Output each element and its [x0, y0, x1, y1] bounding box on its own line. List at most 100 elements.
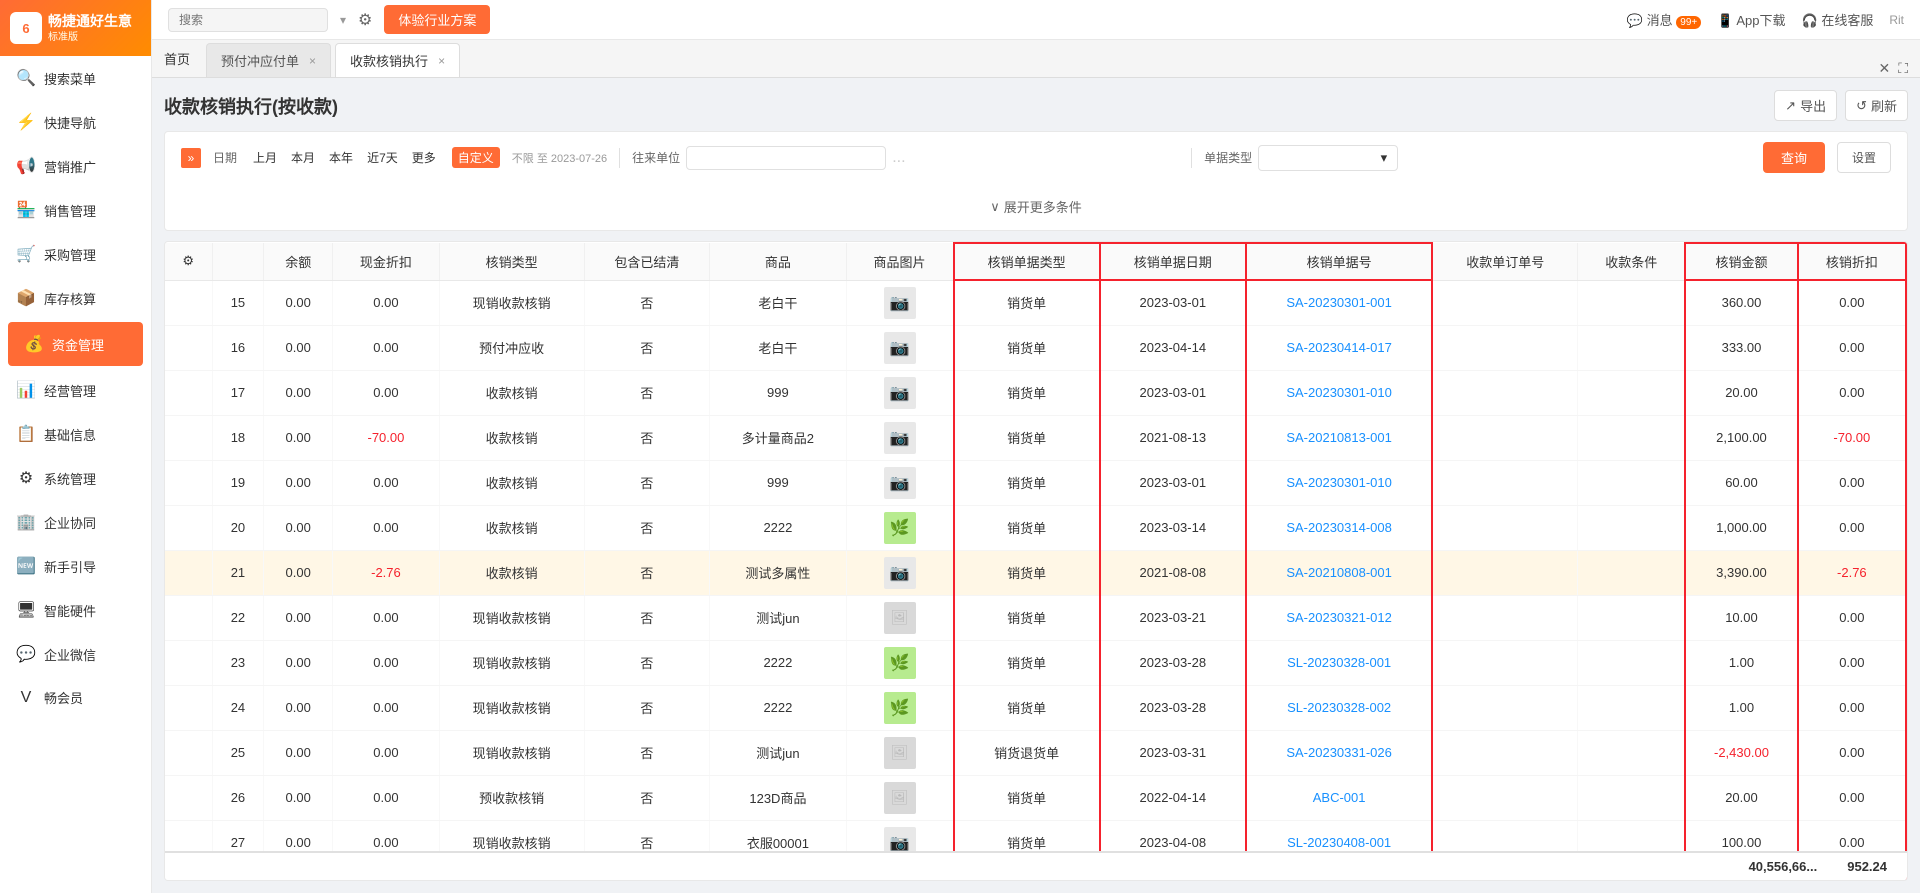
cell-goods-image: 🖼	[846, 595, 953, 640]
trial-button[interactable]: 体验行业方案	[384, 5, 490, 34]
query-button[interactable]: 查询	[1763, 142, 1825, 173]
close-tab1-icon[interactable]: ×	[309, 54, 316, 68]
custom-date-option[interactable]: 自定义	[452, 147, 500, 168]
cell-cash-discount: 0.00	[333, 685, 440, 730]
verify-bill-no-link[interactable]: ABC-001	[1313, 790, 1366, 805]
cell-verify-type: 现销收款核销	[439, 730, 584, 775]
sidebar-item-inventory[interactable]: 📦 库存核算	[0, 276, 151, 320]
cell-receipt-condition	[1578, 325, 1685, 370]
cell-verify-amount: 1.00	[1685, 640, 1797, 685]
cell-verify-bill-type: 销货单	[954, 595, 1100, 640]
verify-bill-no-link[interactable]: SA-20210808-001	[1286, 565, 1392, 580]
window-close-icon[interactable]: ✕	[1878, 60, 1890, 77]
sidebar-item-hardware[interactable]: 🖥 智能硬件	[0, 588, 151, 632]
gear-icon[interactable]: ⚙	[358, 10, 372, 30]
receipt-type-select[interactable]: ▾	[1258, 145, 1398, 171]
date-option-本月[interactable]: 本月	[287, 147, 319, 168]
th-balance: 余额	[264, 243, 333, 280]
cell-settings	[165, 775, 212, 820]
table-row: 20 0.00 0.00 收款核销 否 2222 🌿 销货单 2023-03-1…	[165, 505, 1906, 550]
verify-bill-no-link[interactable]: SA-20210813-001	[1286, 430, 1392, 445]
tab-home[interactable]: 首页	[152, 39, 202, 77]
to-unit-input[interactable]	[686, 146, 886, 170]
goods-image: 📷	[884, 557, 916, 589]
verify-bill-no-link[interactable]: SL-20230328-001	[1287, 655, 1391, 670]
goods-image: 📷	[884, 377, 916, 409]
th-settings[interactable]: ⚙	[165, 243, 212, 280]
quick-icon: ⚡	[16, 112, 36, 132]
app-download-link[interactable]: 📱 App下载	[1717, 10, 1785, 29]
sidebar-label-system: 系统管理	[44, 469, 96, 488]
cell-include-settled: 否	[584, 730, 710, 775]
refresh-button[interactable]: ↺ 刷新	[1845, 90, 1908, 121]
sidebar-item-guide[interactable]: 🆕 新手引导	[0, 544, 151, 588]
online-service-link[interactable]: 🎧 在线客服	[1802, 10, 1874, 29]
cell-verify-bill-date: 2023-03-28	[1100, 640, 1246, 685]
goods-image: 🖼	[884, 782, 916, 814]
cell-verify-discount: 0.00	[1798, 595, 1906, 640]
to-unit-dots-icon[interactable]: ...	[892, 149, 905, 167]
sidebar-item-system[interactable]: ⚙ 系统管理	[0, 456, 151, 500]
sidebar-item-finance[interactable]: 💰 资金管理	[8, 322, 143, 366]
cell-verify-amount: 1.00	[1685, 685, 1797, 730]
cell-verify-discount: 0.00	[1798, 325, 1906, 370]
export-button[interactable]: ↗ 导出	[1774, 90, 1837, 121]
summary-verify-amount: 40,556,66...	[1749, 859, 1818, 874]
verify-bill-no-link[interactable]: SL-20230418-001	[1287, 880, 1391, 881]
messages-icon[interactable]: 💬 消息 99+	[1627, 10, 1701, 29]
cell-settings	[165, 505, 212, 550]
date-option-更多[interactable]: 更多	[408, 147, 440, 168]
verify-bill-no-link[interactable]: SA-20230331-026	[1286, 745, 1392, 760]
search-input[interactable]	[168, 8, 328, 32]
verify-bill-no-link[interactable]: SA-20230414-017	[1286, 340, 1392, 355]
sidebar-item-sales[interactable]: 🏪 销售管理	[0, 188, 151, 232]
operations-icon: 📊	[16, 380, 36, 400]
filter-expand-button[interactable]: »	[181, 148, 201, 168]
cell-settings	[165, 550, 212, 595]
verify-bill-no-link[interactable]: SL-20230408-001	[1287, 835, 1391, 850]
sidebar-item-enterprise[interactable]: 🏢 企业协同	[0, 500, 151, 544]
sidebar-item-marketing[interactable]: 📢 营销推广	[0, 144, 151, 188]
cell-receipt-order-no	[1432, 775, 1577, 820]
window-expand-icon[interactable]: ⛶	[1898, 60, 1908, 77]
verify-bill-no-link[interactable]: SA-20230301-010	[1286, 475, 1392, 490]
verify-bill-no-link[interactable]: SL-20230328-002	[1287, 700, 1391, 715]
sidebar-label-member: 畅会员	[44, 688, 83, 707]
cell-receipt-condition	[1578, 730, 1685, 775]
goods-image: 📷	[884, 467, 916, 499]
cell-receipt-order-no	[1432, 280, 1577, 325]
cell-verify-type: 现销收款核销	[439, 685, 584, 730]
expand-more-conditions[interactable]: ∨ 展开更多条件	[181, 193, 1891, 220]
sidebar-item-basics[interactable]: 📋 基础信息	[0, 412, 151, 456]
cell-cash-discount: -70.00	[333, 415, 440, 460]
cell-verify-discount: 0.00	[1798, 370, 1906, 415]
cell-verify-bill-no: SA-20230321-012	[1246, 595, 1432, 640]
date-option-上月[interactable]: 上月	[249, 147, 281, 168]
cell-balance: 0.00	[264, 685, 333, 730]
sidebar-item-operations[interactable]: 📊 经营管理	[0, 368, 151, 412]
cell-verify-bill-date: 2023-03-01	[1100, 460, 1246, 505]
tab-prepay[interactable]: 预付冲应付单 ×	[206, 43, 331, 77]
sidebar-item-wechat[interactable]: 💬 企业微信	[0, 632, 151, 676]
cell-verify-bill-date: 2023-03-01	[1100, 370, 1246, 415]
tab-receipt-verify[interactable]: 收款核销执行 ×	[335, 43, 460, 77]
date-option-本年[interactable]: 本年	[325, 147, 357, 168]
search-icon: 🔍	[16, 68, 36, 88]
th-verify-bill-type: 核销单据类型	[954, 243, 1100, 280]
verify-bill-no-link[interactable]: SA-20230314-008	[1286, 520, 1392, 535]
close-tab2-icon[interactable]: ×	[438, 54, 445, 68]
sidebar-item-quick[interactable]: ⚡ 快捷导航	[0, 100, 151, 144]
sidebar-item-purchase[interactable]: 🛒 采购管理	[0, 232, 151, 276]
sidebar-item-member[interactable]: V 畅会员	[0, 676, 151, 719]
cell-verify-bill-date: 2023-03-21	[1100, 595, 1246, 640]
verify-bill-no-link[interactable]: SA-20230321-012	[1286, 610, 1392, 625]
date-option-近7天[interactable]: 近7天	[363, 147, 402, 168]
page-actions: ↗ 导出 ↺ 刷新	[1774, 90, 1908, 121]
th-goods-image: 商品图片	[846, 243, 953, 280]
verify-bill-no-link[interactable]: SA-20230301-001	[1286, 295, 1392, 310]
sidebar-menu: 🔍 搜索菜单 ⚡ 快捷导航 📢 营销推广 🏪 销售管理 🛒 采购管理 📦 库存核…	[0, 56, 151, 893]
settings-button[interactable]: 设置	[1837, 142, 1891, 173]
verify-bill-no-link[interactable]: SA-20230301-010	[1286, 385, 1392, 400]
cell-cash-discount: 0.00	[333, 280, 440, 325]
sidebar-item-search[interactable]: 🔍 搜索菜单	[0, 56, 151, 100]
